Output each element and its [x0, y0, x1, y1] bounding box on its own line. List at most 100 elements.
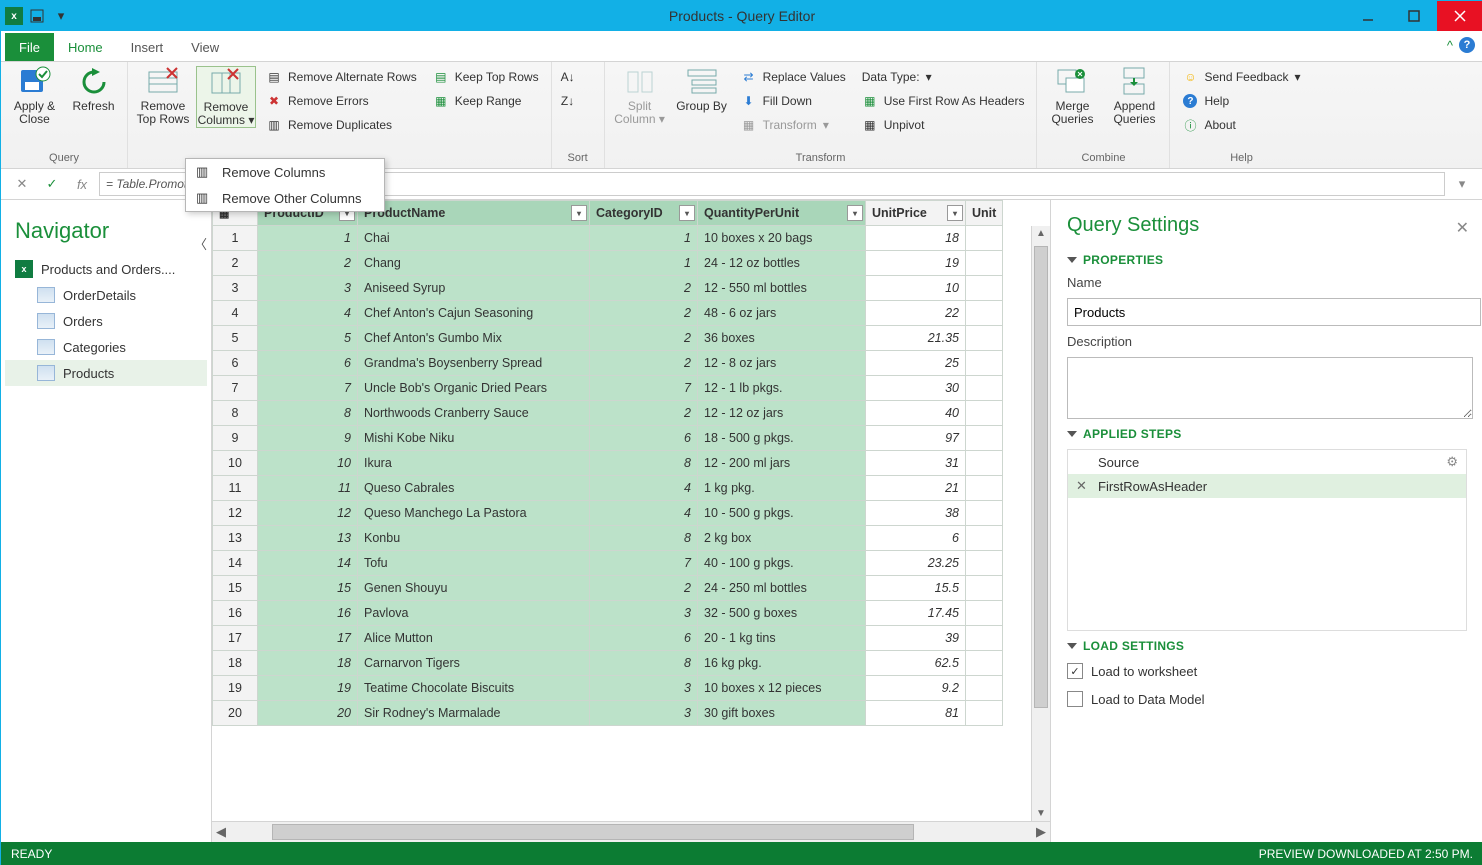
- cell-categoryid[interactable]: 2: [590, 301, 698, 326]
- cell-productid[interactable]: 18: [258, 651, 358, 676]
- cell-productid[interactable]: 15: [258, 576, 358, 601]
- group-by-button[interactable]: Group By: [673, 66, 731, 113]
- transform-button[interactable]: ▦Transform ▾: [735, 114, 852, 136]
- row-header[interactable]: 19: [213, 676, 258, 701]
- table-row[interactable]: 33Aniseed Syrup212 - 550 ml bottles10: [213, 276, 1003, 301]
- cell-quantityperunit[interactable]: 18 - 500 g pkgs.: [698, 426, 866, 451]
- cell-quantityperunit[interactable]: 12 - 1 lb pkgs.: [698, 376, 866, 401]
- cell-categoryid[interactable]: 1: [590, 251, 698, 276]
- formula-expand-icon[interactable]: ▾: [1449, 173, 1475, 195]
- cell-unitprice[interactable]: 17.45: [866, 601, 966, 626]
- cell-productname[interactable]: Grandma's Boysenberry Spread: [358, 351, 590, 376]
- merge-queries-button[interactable]: Merge Queries: [1043, 66, 1101, 126]
- scroll-left-icon[interactable]: ◀: [212, 824, 230, 840]
- cell-unit[interactable]: [966, 451, 1003, 476]
- cell-categoryid[interactable]: 7: [590, 551, 698, 576]
- scroll-right-icon[interactable]: ▶: [1032, 824, 1050, 840]
- cell-quantityperunit[interactable]: 1 kg pkg.: [698, 476, 866, 501]
- cell-unitprice[interactable]: 21: [866, 476, 966, 501]
- remove-duplicates-button[interactable]: ▥Remove Duplicates: [260, 114, 423, 136]
- cell-quantityperunit[interactable]: 36 boxes: [698, 326, 866, 351]
- row-header[interactable]: 14: [213, 551, 258, 576]
- table-row[interactable]: 1515Genen Shouyu224 - 250 ml bottles15.5: [213, 576, 1003, 601]
- cell-quantityperunit[interactable]: 10 - 500 g pkgs.: [698, 501, 866, 526]
- cell-productname[interactable]: Queso Cabrales: [358, 476, 590, 501]
- scroll-up-icon[interactable]: ▲: [1032, 228, 1050, 239]
- collapse-ribbon-icon[interactable]: ^: [1447, 38, 1453, 53]
- table-row[interactable]: 66Grandma's Boysenberry Spread212 - 8 oz…: [213, 351, 1003, 376]
- sort-asc-button[interactable]: A↓: [558, 66, 578, 88]
- row-header[interactable]: 20: [213, 701, 258, 726]
- cell-quantityperunit[interactable]: 24 - 12 oz bottles: [698, 251, 866, 276]
- cell-categoryid[interactable]: 2: [590, 576, 698, 601]
- file-tab[interactable]: File: [5, 33, 54, 61]
- cell-categoryid[interactable]: 2: [590, 401, 698, 426]
- cell-quantityperunit[interactable]: 12 - 550 ml bottles: [698, 276, 866, 301]
- column-header-unitprice[interactable]: UnitPrice▾: [866, 201, 966, 226]
- cell-productid[interactable]: 17: [258, 626, 358, 651]
- split-column-button[interactable]: Split Column ▾: [611, 66, 669, 126]
- applied-steps-section[interactable]: APPLIED STEPS: [1067, 427, 1467, 441]
- load-to-datamodel-checkbox[interactable]: Load to Data Model: [1067, 689, 1467, 709]
- cell-unitprice[interactable]: 19: [866, 251, 966, 276]
- table-row[interactable]: 55Chef Anton's Gumbo Mix236 boxes21.35: [213, 326, 1003, 351]
- load-settings-section[interactable]: LOAD SETTINGS: [1067, 639, 1467, 653]
- row-header[interactable]: 4: [213, 301, 258, 326]
- cell-productid[interactable]: 6: [258, 351, 358, 376]
- menu-remove-other-columns[interactable]: ▥ Remove Other Columns: [186, 185, 384, 211]
- cell-categoryid[interactable]: 3: [590, 676, 698, 701]
- nav-item-orderdetails[interactable]: OrderDetails: [5, 282, 207, 308]
- cell-unitprice[interactable]: 15.5: [866, 576, 966, 601]
- column-header-quantityperunit[interactable]: QuantityPerUnit▾: [698, 201, 866, 226]
- cell-productname[interactable]: Konbu: [358, 526, 590, 551]
- qat-save-icon[interactable]: [27, 6, 47, 26]
- cell-unitprice[interactable]: 62.5: [866, 651, 966, 676]
- cell-unitprice[interactable]: 21.35: [866, 326, 966, 351]
- cell-productname[interactable]: Northwoods Cranberry Sauce: [358, 401, 590, 426]
- cell-productid[interactable]: 14: [258, 551, 358, 576]
- cell-unit[interactable]: [966, 301, 1003, 326]
- cell-productid[interactable]: 3: [258, 276, 358, 301]
- nav-item-products[interactable]: Products: [5, 360, 207, 386]
- cell-unitprice[interactable]: 18: [866, 226, 966, 251]
- row-header[interactable]: 15: [213, 576, 258, 601]
- cell-categoryid[interactable]: 2: [590, 326, 698, 351]
- hscroll-thumb[interactable]: [272, 824, 914, 840]
- cell-productname[interactable]: Aniseed Syrup: [358, 276, 590, 301]
- row-header[interactable]: 13: [213, 526, 258, 551]
- cell-unitprice[interactable]: 6: [866, 526, 966, 551]
- cell-productid[interactable]: 13: [258, 526, 358, 551]
- cell-productid[interactable]: 2: [258, 251, 358, 276]
- row-header[interactable]: 16: [213, 601, 258, 626]
- cell-quantityperunit[interactable]: 10 boxes x 12 pieces: [698, 676, 866, 701]
- cell-productname[interactable]: Uncle Bob's Organic Dried Pears: [358, 376, 590, 401]
- cell-productname[interactable]: Tofu: [358, 551, 590, 576]
- row-header[interactable]: 17: [213, 626, 258, 651]
- load-to-worksheet-checkbox[interactable]: ✓ Load to worksheet: [1067, 661, 1467, 681]
- tab-home[interactable]: Home: [54, 33, 117, 61]
- table-row[interactable]: 1717Alice Mutton620 - 1 kg tins39: [213, 626, 1003, 651]
- cell-unitprice[interactable]: 23.25: [866, 551, 966, 576]
- cell-productname[interactable]: Carnarvon Tigers: [358, 651, 590, 676]
- scroll-down-icon[interactable]: ▼: [1032, 808, 1050, 819]
- help-button[interactable]: ?Help: [1176, 90, 1306, 112]
- vertical-scrollbar[interactable]: ▲ ▼: [1031, 226, 1050, 821]
- cell-categoryid[interactable]: 3: [590, 701, 698, 726]
- replace-values-button[interactable]: ⇄Replace Values: [735, 66, 852, 88]
- cell-quantityperunit[interactable]: 30 gift boxes: [698, 701, 866, 726]
- cell-unitprice[interactable]: 97: [866, 426, 966, 451]
- cell-unit[interactable]: [966, 501, 1003, 526]
- cell-unit[interactable]: [966, 651, 1003, 676]
- cell-productname[interactable]: Chef Anton's Cajun Seasoning: [358, 301, 590, 326]
- about-button[interactable]: ⓘAbout: [1176, 114, 1306, 136]
- row-header[interactable]: 1: [213, 226, 258, 251]
- row-header[interactable]: 10: [213, 451, 258, 476]
- close-button[interactable]: [1437, 1, 1482, 31]
- table-row[interactable]: 2020Sir Rodney's Marmalade330 gift boxes…: [213, 701, 1003, 726]
- cell-categoryid[interactable]: 2: [590, 351, 698, 376]
- horizontal-scrollbar[interactable]: ◀ ▶: [212, 821, 1050, 842]
- cell-unit[interactable]: [966, 551, 1003, 576]
- table-row[interactable]: 1414Tofu740 - 100 g pkgs.23.25: [213, 551, 1003, 576]
- cell-productname[interactable]: Ikura: [358, 451, 590, 476]
- cell-unitprice[interactable]: 38: [866, 501, 966, 526]
